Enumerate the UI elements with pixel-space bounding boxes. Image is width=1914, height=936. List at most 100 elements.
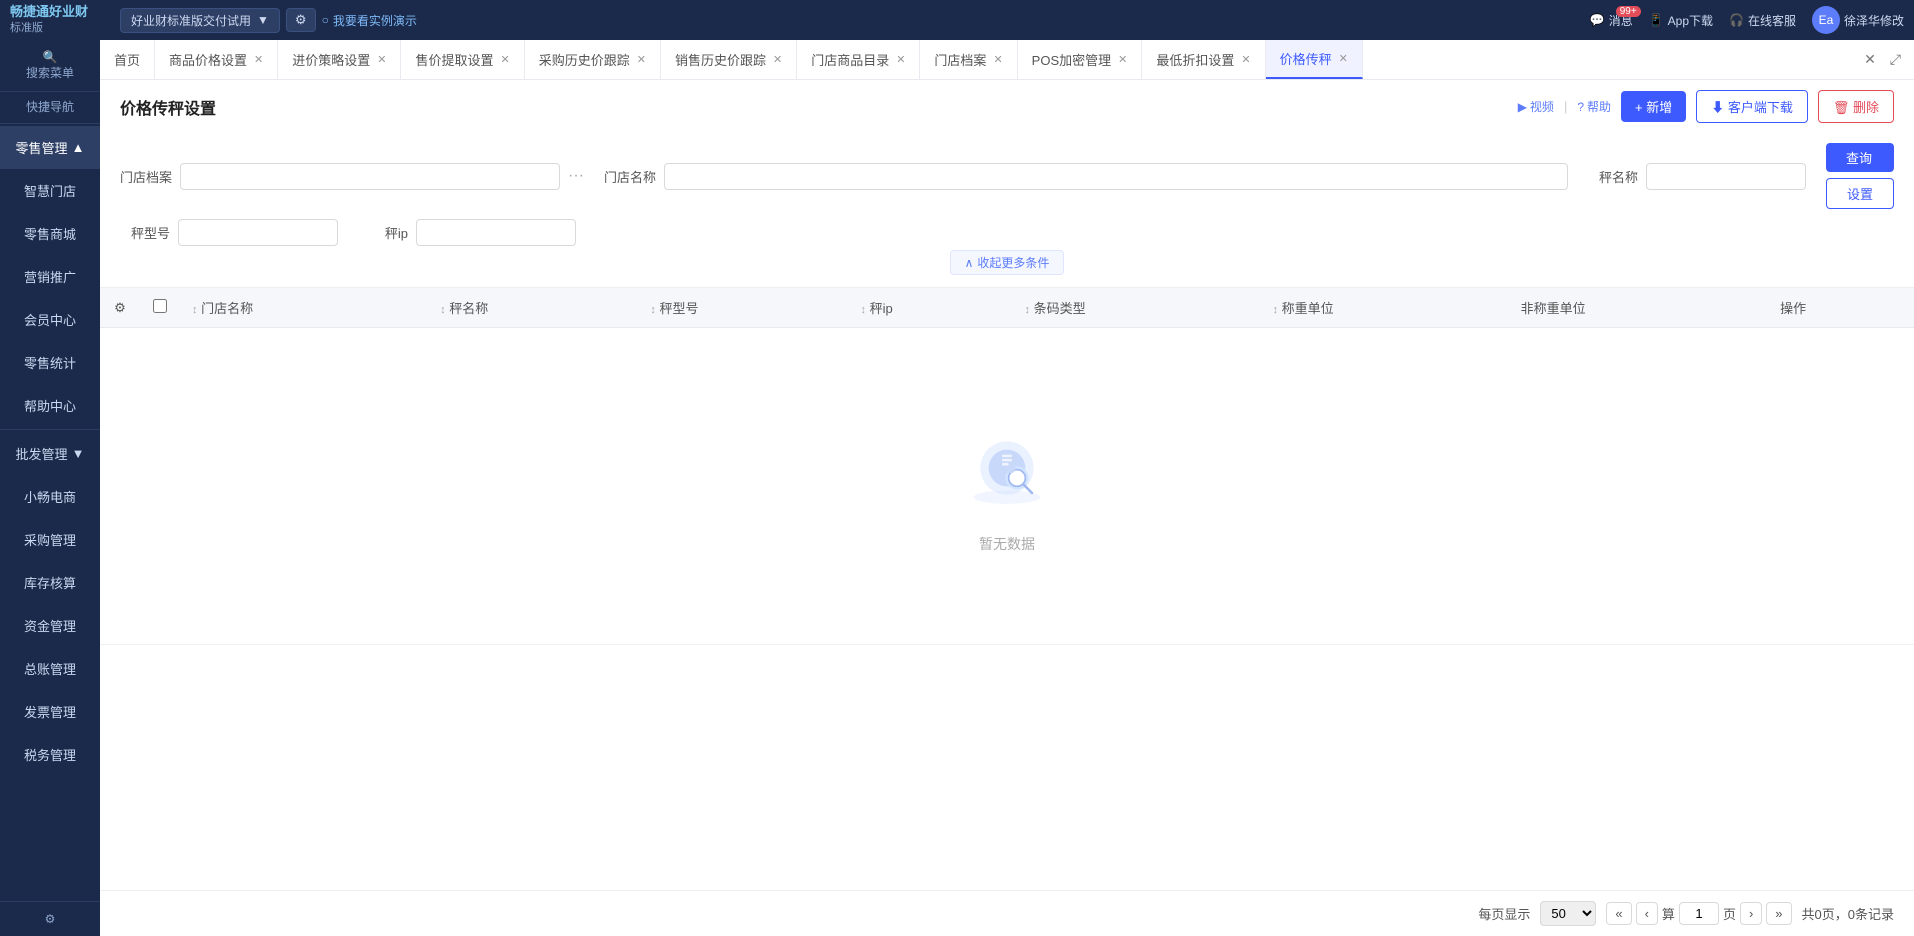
- scale-model-input[interactable]: [178, 219, 338, 246]
- tab-price-extraction[interactable]: 售价提取设置 ✕: [401, 40, 524, 79]
- store-name-label: 门店名称: [604, 167, 656, 186]
- sidebar-item-general-ledger[interactable]: 总账管理: [0, 647, 100, 690]
- page-unit-label: 页: [1723, 904, 1736, 923]
- table-header-store-name[interactable]: ↕ 门店名称: [180, 288, 428, 328]
- tab-close-icon[interactable]: ✕: [1241, 53, 1250, 66]
- select-all-checkbox[interactable]: [153, 299, 167, 313]
- filter-settings-button[interactable]: 设置: [1826, 178, 1894, 209]
- next-page-button[interactable]: ›: [1740, 902, 1762, 925]
- more-options-icon[interactable]: ···: [568, 167, 584, 185]
- sidebar-item-wholesale-management[interactable]: 批发管理 ▼: [0, 432, 100, 475]
- store-file-input[interactable]: [180, 163, 560, 190]
- sidebar-search[interactable]: 🔍 搜索菜单: [0, 40, 100, 92]
- sidebar-item-fund-management[interactable]: 资金管理: [0, 604, 100, 647]
- store-name-input[interactable]: [664, 163, 1568, 190]
- table-header-scale-name[interactable]: ↕ 秤名称: [428, 288, 638, 328]
- tab-close-icon[interactable]: ✕: [773, 53, 782, 66]
- per-page-label: 每页显示: [1478, 904, 1530, 923]
- scale-ip-label: 秤ip: [358, 223, 408, 242]
- sidebar-item-retail-mall[interactable]: 零售商城: [0, 212, 100, 255]
- add-button[interactable]: + 新增: [1621, 91, 1686, 122]
- table-header-weight-unit[interactable]: ↕ 称重单位: [1261, 288, 1509, 328]
- scale-name-label: 秤名称: [1588, 167, 1638, 186]
- help-icon: ?: [1577, 100, 1584, 114]
- tab-home[interactable]: 首页: [100, 40, 155, 79]
- tab-sales-history-tracking[interactable]: 销售历史价跟踪 ✕: [661, 40, 797, 79]
- per-page-select[interactable]: 50 10 20 100: [1540, 901, 1596, 926]
- tab-close-icon[interactable]: ✕: [1339, 52, 1348, 65]
- page-title: 价格传秤设置: [120, 95, 216, 119]
- sidebar-item-purchase-management[interactable]: 采购管理: [0, 518, 100, 561]
- total-info: 共0页，0条记录: [1802, 904, 1894, 923]
- help-link[interactable]: ? 帮助: [1577, 98, 1611, 115]
- client-download-button[interactable]: ⬇ 客户端下载: [1696, 90, 1808, 123]
- sidebar-quick-nav[interactable]: 快捷导航: [0, 92, 100, 121]
- video-icon: ▶: [1518, 100, 1527, 114]
- sidebar-item-retail-stats[interactable]: 零售统计: [0, 341, 100, 384]
- tab-commodity-price-settings[interactable]: 商品价格设置 ✕: [155, 40, 278, 79]
- tab-close-icon[interactable]: ✕: [377, 53, 386, 66]
- empty-state-text: 暂无数据: [979, 534, 1035, 554]
- first-page-button[interactable]: «: [1606, 902, 1631, 925]
- user-menu-button[interactable]: Ea 徐泽华修改: [1812, 6, 1904, 34]
- tab-store-product-catalog[interactable]: 门店商品目录 ✕: [797, 40, 920, 79]
- app-logo: 畅捷通好业财 标准版: [10, 4, 88, 35]
- prev-page-button[interactable]: ‹: [1636, 902, 1658, 925]
- scale-model-label: 秤型号: [120, 223, 170, 242]
- tab-purchase-strategy[interactable]: 进价策略设置 ✕: [278, 40, 401, 79]
- tab-min-discount[interactable]: 最低折扣设置 ✕: [1142, 40, 1265, 79]
- tab-pos-encryption[interactable]: POS加密管理 ✕: [1018, 40, 1143, 79]
- tab-purchase-history-tracking[interactable]: 采购历史价跟踪 ✕: [525, 40, 661, 79]
- page-number-label: 算: [1662, 904, 1675, 923]
- delete-button[interactable]: 🗑 删除: [1818, 90, 1894, 123]
- messages-button[interactable]: 💬 消息 99+: [1590, 12, 1633, 29]
- online-service-button[interactable]: 🎧 在线客服: [1729, 12, 1796, 29]
- arrow-down-icon: ▼: [72, 446, 85, 461]
- sidebar-item-invoice-management[interactable]: 发票管理: [0, 690, 100, 733]
- table-header-scale-ip[interactable]: ↕ 秤ip: [849, 288, 1013, 328]
- tab-store-profile[interactable]: 门店档案 ✕: [920, 40, 1017, 79]
- version-selector[interactable]: 好业财标准版交付试用 ▼: [120, 8, 280, 33]
- demo-icon: ○: [322, 13, 329, 27]
- table-column-settings[interactable]: ⚙: [100, 288, 140, 328]
- store-file-label: 门店档案: [120, 167, 172, 186]
- search-icon: 🔍: [43, 50, 58, 64]
- last-page-button[interactable]: »: [1766, 902, 1791, 925]
- sidebar-item-marketing[interactable]: 营销推广: [0, 255, 100, 298]
- scale-name-input[interactable]: [1646, 163, 1806, 190]
- demo-button[interactable]: ○ 我要看实例演示: [322, 12, 417, 29]
- app-download-button[interactable]: 📱 App下载: [1649, 12, 1713, 29]
- query-button[interactable]: 查询: [1826, 143, 1894, 172]
- table-header-barcode-type[interactable]: ↕ 条码类型: [1012, 288, 1260, 328]
- tab-close-icon[interactable]: ✕: [1118, 53, 1127, 66]
- phone-icon: 📱: [1649, 13, 1664, 27]
- tab-close-window-button[interactable]: ✕: [1859, 49, 1881, 70]
- user-avatar: Ea: [1812, 6, 1840, 34]
- sidebar-item-smart-store[interactable]: 智慧门店: [0, 169, 100, 212]
- message-icon: 💬: [1590, 13, 1605, 27]
- sidebar-item-retail-management[interactable]: 零售管理 ▲: [0, 126, 100, 169]
- sidebar-item-member-center[interactable]: 会员中心: [0, 298, 100, 341]
- page-number-input[interactable]: [1679, 902, 1719, 925]
- collapse-button[interactable]: ∧ 收起更多条件: [950, 250, 1065, 275]
- table-header-operations: 操作: [1768, 288, 1914, 328]
- chevron-up-icon: ∧: [965, 256, 974, 270]
- table-select-all[interactable]: [140, 288, 180, 328]
- tab-close-icon[interactable]: ✕: [896, 53, 905, 66]
- table-header-scale-model[interactable]: ↕ 秤型号: [638, 288, 848, 328]
- tab-close-icon[interactable]: ✕: [993, 53, 1002, 66]
- tab-close-icon[interactable]: ✕: [254, 53, 263, 66]
- scale-ip-input[interactable]: [416, 219, 576, 246]
- sidebar-item-inventory-settlement[interactable]: 库存核算: [0, 561, 100, 604]
- tab-close-icon[interactable]: ✕: [501, 53, 510, 66]
- video-link[interactable]: ▶ 视频: [1518, 98, 1554, 115]
- settings-button[interactable]: ⚙: [286, 8, 316, 32]
- sidebar-settings-button[interactable]: ⚙: [8, 912, 92, 926]
- sidebar-item-help-center[interactable]: 帮助中心: [0, 384, 100, 427]
- tab-expand-button[interactable]: ⤢: [1885, 49, 1906, 70]
- headset-icon: 🎧: [1729, 13, 1744, 27]
- sidebar-item-tax-management[interactable]: 税务管理: [0, 733, 100, 776]
- tab-price-scale[interactable]: 价格传秤 ✕: [1266, 40, 1363, 79]
- tab-close-icon[interactable]: ✕: [637, 53, 646, 66]
- sidebar-item-xiaochang-ecommerce[interactable]: 小畅电商: [0, 475, 100, 518]
